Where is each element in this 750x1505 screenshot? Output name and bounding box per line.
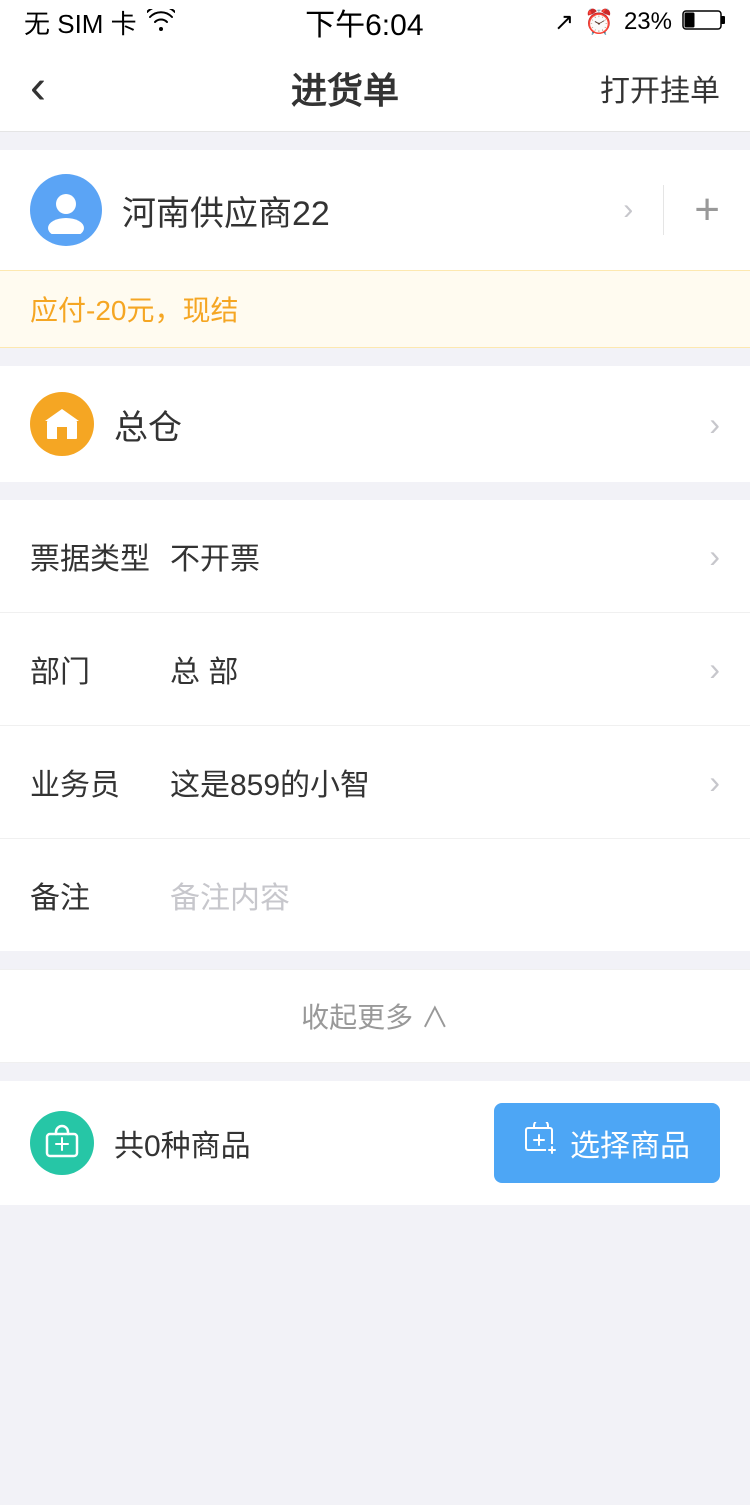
battery-label: 23% [624,8,672,36]
collapse-row[interactable]: 收起更多 ∧ [0,969,750,1063]
status-time: 下午6:04 [305,0,423,44]
status-bar: 无 SIM 卡 下午6:04 ↗ ⏰ 23% [0,0,750,44]
warehouse-row[interactable]: 总仓 › [0,366,750,482]
add-supplier-button[interactable]: + [694,188,720,232]
battery-icon [682,7,726,38]
salesperson-label: 业务员 [30,760,170,804]
warehouse-chevron-icon: › [709,406,720,443]
vertical-divider [663,185,664,235]
open-pending-button[interactable]: 打开挂单 [600,66,720,110]
salesperson-chevron-icon: › [709,764,720,801]
remark-input[interactable]: 备注内容 [170,873,720,917]
select-product-label: 选择商品 [570,1121,690,1165]
back-button[interactable]: ‹ [30,60,90,115]
supplier-avatar [30,174,102,246]
invoice-type-row[interactable]: 票据类型 不开票 › [0,500,750,613]
remark-label: 备注 [30,873,170,917]
notice-text: 应付-20元，现结 [30,295,238,326]
footer-area [0,1205,750,1505]
salesperson-value: 这是859的小智 [170,760,709,804]
status-left: 无 SIM 卡 [24,4,175,41]
remark-row[interactable]: 备注 备注内容 [0,839,750,951]
department-label: 部门 [30,647,170,691]
supplier-name: 河南供应商22 [122,186,623,235]
nav-bar: ‹ 进货单 打开挂单 [0,44,750,132]
department-chevron-icon: › [709,651,720,688]
salesperson-row[interactable]: 业务员 这是859的小智 › [0,726,750,839]
location-icon: ↗ [554,8,574,37]
warehouse-name: 总仓 [114,400,709,449]
product-icon-bg [30,1111,94,1175]
invoice-type-value: 不开票 [170,534,709,578]
alarm-icon: ⏰ [584,8,614,37]
supplier-row[interactable]: 河南供应商22 › + [0,150,750,270]
carrier-label: 无 SIM 卡 [24,4,137,41]
select-product-icon [524,1122,558,1164]
form-section: 票据类型 不开票 › 部门 总 部 › 业务员 这是859的小智 › 备注 备注… [0,500,750,951]
supplier-chevron-icon: › [623,193,633,227]
department-row[interactable]: 部门 总 部 › [0,613,750,726]
page-title: 进货单 [291,62,399,114]
section-divider-1 [0,132,750,150]
status-right: ↗ ⏰ 23% [554,7,726,38]
product-count-label: 共0种商品 [114,1121,251,1165]
invoice-type-chevron-icon: › [709,538,720,575]
supplier-section: 河南供应商22 › + 应付-20元，现结 [0,150,750,348]
product-bar: 共0种商品 选择商品 [0,1081,750,1205]
department-value: 总 部 [170,647,709,691]
notice-banner: 应付-20元，现结 [0,270,750,348]
select-product-button[interactable]: 选择商品 [494,1103,720,1183]
warehouse-icon-bg [30,392,94,456]
collapse-label: 收起更多 ∧ [301,996,449,1036]
product-left: 共0种商品 [30,1111,251,1175]
invoice-type-label: 票据类型 [30,534,170,578]
wifi-icon [147,7,175,38]
